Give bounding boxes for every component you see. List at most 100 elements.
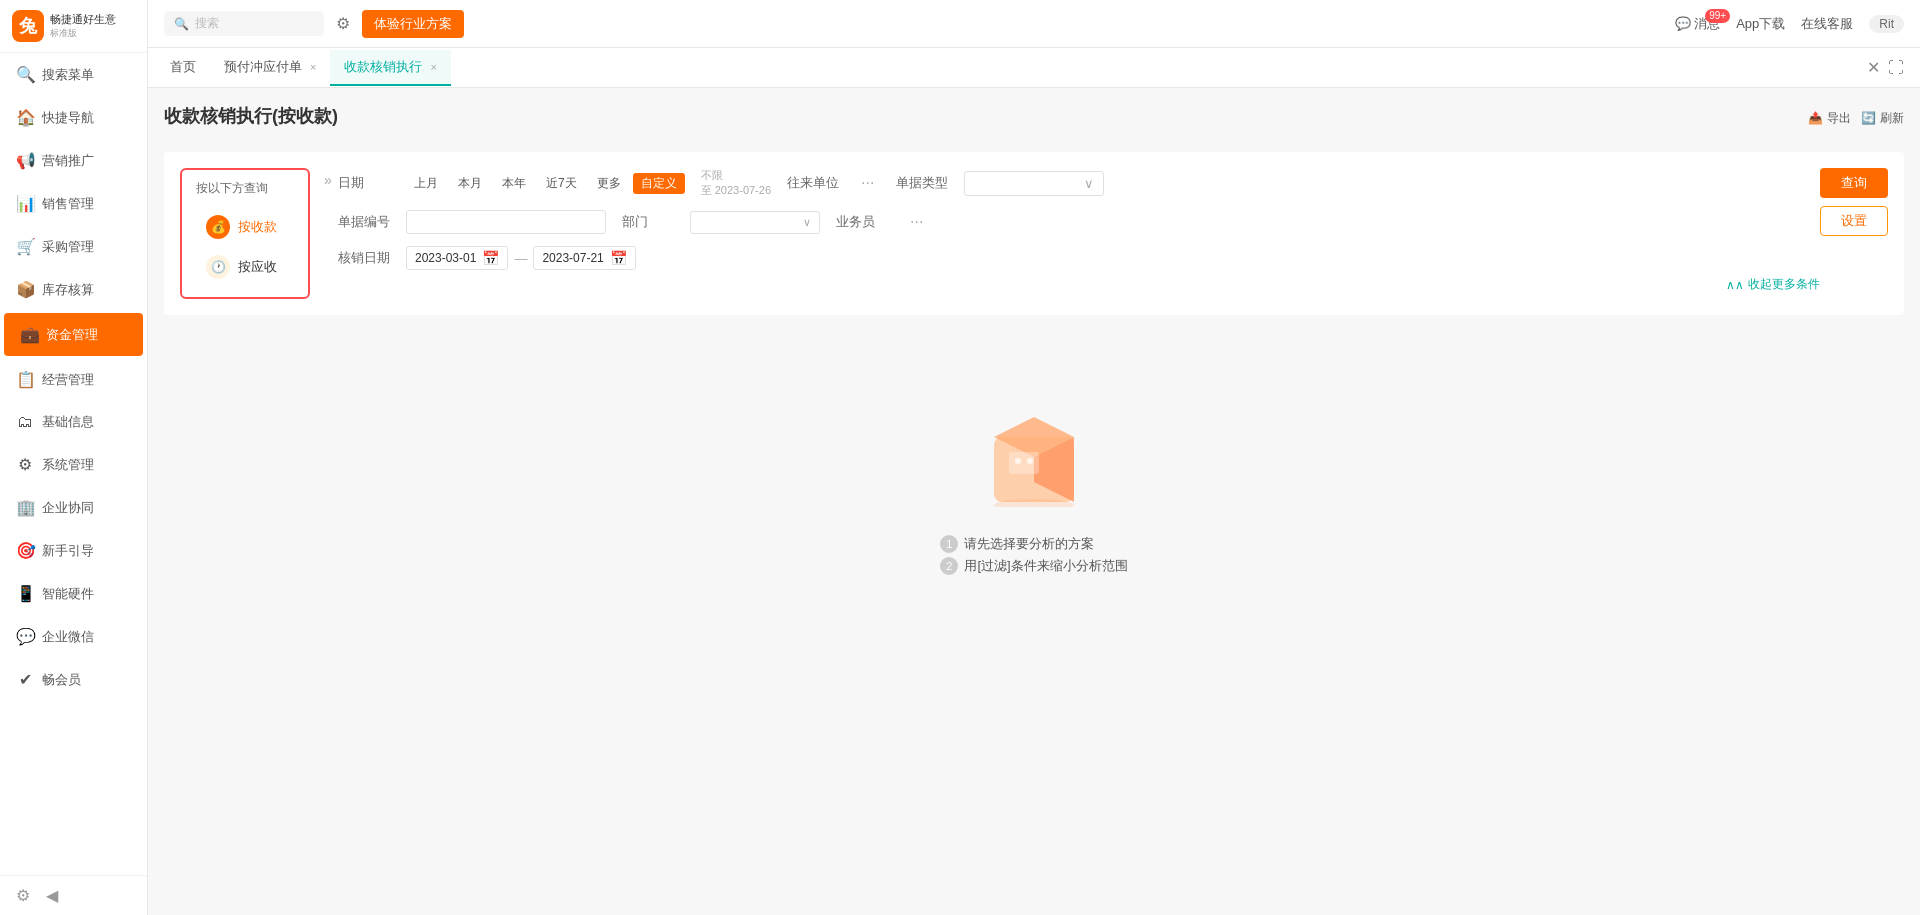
calendar-end-icon: 📅 (610, 250, 627, 266)
sidebar: 兔 畅捷通好生意 标准版 🔍 搜索菜单 🏠 快捷导航 📢 营销推广 📊 销售管理… (0, 0, 148, 915)
system-icon: ⚙ (16, 455, 34, 474)
sidebar-item-quick-nav[interactable]: 🏠 快捷导航 (0, 96, 147, 139)
settings-icon[interactable]: ⚙ (16, 886, 30, 905)
date-tab-7days[interactable]: 近7天 (538, 173, 585, 194)
receipt-icon: 💰 (206, 215, 230, 239)
toolbar-row: 📤 导出 🔄 刷新 (1808, 110, 1904, 127)
tab-prepay[interactable]: 预付冲应付单 × (210, 50, 330, 86)
refresh-label: 刷新 (1880, 110, 1904, 127)
sidebar-item-inventory[interactable]: 📦 库存核算 (0, 268, 147, 311)
app-badge: 标准版 (50, 27, 116, 40)
date-tab-custom[interactable]: 自定义 (633, 173, 685, 194)
empty-state: 1 请先选择要分析的方案 2 用[过滤]条件来缩小分析范围 (164, 327, 1904, 639)
close-all-icon[interactable]: ✕ (1867, 58, 1880, 77)
message-badge[interactable]: 💬 消息 99+ (1675, 15, 1721, 33)
empty-text: 1 请先选择要分析的方案 2 用[过滤]条件来缩小分析范围 (940, 531, 1127, 579)
tab-receipt-label: 收款核销执行 (344, 58, 422, 76)
verification-date-start-input[interactable]: 2023-03-01 📅 (406, 246, 508, 270)
sidebar-item-wechat[interactable]: 💬 企业微信 (0, 615, 147, 658)
collapse-sidebar-icon[interactable]: ◀ (46, 886, 58, 905)
sidebar-item-enterprise[interactable]: 🏢 企业协同 (0, 486, 147, 529)
filter-option-receipt[interactable]: 💰 按收款 (196, 207, 294, 247)
date-to: 至 2023-07-26 (701, 183, 771, 198)
tab-prepay-close[interactable]: × (310, 61, 316, 73)
user-info[interactable]: Rit (1869, 15, 1904, 33)
staff-more-icon[interactable]: ··· (904, 213, 929, 231)
receivable-icon: 🕐 (206, 255, 230, 279)
filter-collapse-btn[interactable]: » (318, 168, 338, 299)
svg-point-4 (1015, 458, 1021, 464)
counterparty-more-icon[interactable]: ··· (855, 174, 880, 192)
app-download-link[interactable]: App下载 (1736, 15, 1785, 33)
check-icon: ✔ (16, 670, 34, 689)
collapse-more-label: 收起更多条件 (1748, 276, 1820, 293)
app-logo: 兔 畅捷通好生意 标准版 (0, 0, 147, 53)
filter-option-receipt-label: 按收款 (238, 218, 277, 236)
date-range-separator: — (514, 251, 527, 266)
megaphone-icon: 📢 (16, 151, 34, 170)
query-type-title: 按以下方查询 (196, 180, 294, 197)
folder-icon: 🗂 (16, 413, 34, 431)
date-tab-more[interactable]: 更多 (589, 173, 629, 194)
online-service-link[interactable]: 在线客服 (1801, 15, 1853, 33)
sidebar-item-finance[interactable]: 💼 资金管理 (4, 313, 143, 356)
sidebar-item-marketing[interactable]: 📢 营销推广 (0, 139, 147, 182)
dept-select[interactable]: ∨ (690, 211, 820, 234)
sidebar-item-label: 搜索菜单 (42, 66, 94, 84)
date-nolimit: 不限 (701, 168, 771, 183)
sidebar-item-member[interactable]: ✔ 畅会员 (0, 658, 147, 701)
query-button[interactable]: 查询 (1820, 168, 1888, 198)
verification-date-start-value: 2023-03-01 (415, 251, 476, 265)
sidebar-item-business[interactable]: 📋 经营管理 (0, 358, 147, 401)
search-icon: 🔍 (174, 17, 189, 31)
logo-icon: 兔 (12, 10, 44, 42)
sidebar-item-label: 库存核算 (42, 281, 94, 299)
verification-date-end-input[interactable]: 2023-07-21 📅 (533, 246, 635, 270)
sidebar-item-search[interactable]: 🔍 搜索菜单 (0, 53, 147, 96)
filter-actions: 查询 设置 (1820, 168, 1888, 236)
empty-hint-2-text: 用[过滤]条件来缩小分析范围 (964, 557, 1127, 575)
date-tab-this-month[interactable]: 本月 (450, 173, 490, 194)
date-tab-last-month[interactable]: 上月 (406, 173, 446, 194)
filter-option-receivable[interactable]: 🕐 按应收 (196, 247, 294, 287)
settings-button[interactable]: 设置 (1820, 206, 1888, 236)
order-type-select[interactable]: ∨ (964, 171, 1104, 196)
order-type-label: 单据类型 (896, 174, 948, 192)
sidebar-item-basic[interactable]: 🗂 基础信息 (0, 401, 147, 443)
sidebar-item-label: 采购管理 (42, 238, 94, 256)
sidebar-item-sales[interactable]: 📊 销售管理 (0, 182, 147, 225)
expand-icon[interactable]: ⛶ (1888, 59, 1904, 77)
building-icon: 🏢 (16, 498, 34, 517)
filter-fields: 日期 上月 本月 本年 近7天 更多 自定义 (338, 168, 1888, 299)
sidebar-item-purchase[interactable]: 🛒 采购管理 (0, 225, 147, 268)
gear-icon[interactable]: ⚙ (336, 14, 350, 33)
collapse-more-button[interactable]: ∧∧ 收起更多条件 (1726, 276, 1820, 293)
tab-receipt-close[interactable]: × (430, 61, 436, 73)
sidebar-item-label: 销售管理 (42, 195, 94, 213)
sidebar-item-label: 经营管理 (42, 371, 94, 389)
tab-receipt[interactable]: 收款核销执行 × (330, 50, 450, 86)
sidebar-item-label: 畅会员 (42, 671, 81, 689)
order-no-label: 单据编号 (338, 213, 390, 231)
empty-illustration (974, 407, 1094, 507)
solution-button[interactable]: 体验行业方案 (362, 10, 464, 38)
date-tab-this-year[interactable]: 本年 (494, 173, 534, 194)
sidebar-item-hardware[interactable]: 📱 智能硬件 (0, 572, 147, 615)
refresh-button[interactable]: 🔄 刷新 (1861, 110, 1904, 127)
empty-hint-2: 2 用[过滤]条件来缩小分析范围 (940, 557, 1127, 575)
order-no-input[interactable] (406, 210, 606, 234)
tab-home[interactable]: 首页 (156, 50, 210, 86)
target-icon: 🎯 (16, 541, 34, 560)
sidebar-bottom: ⚙ ◀ (0, 875, 147, 915)
clipboard-icon: 📋 (16, 370, 34, 389)
dept-label: 部门 (622, 213, 674, 231)
topbar-search[interactable]: 🔍 搜索 (164, 11, 324, 36)
sidebar-item-label: 系统管理 (42, 456, 94, 474)
empty-hint-1-text: 请先选择要分析的方案 (964, 535, 1094, 553)
sidebar-item-guide[interactable]: 🎯 新手引导 (0, 529, 147, 572)
export-button[interactable]: 📤 导出 (1808, 110, 1851, 127)
sidebar-item-system[interactable]: ⚙ 系统管理 (0, 443, 147, 486)
cart-icon: 🛒 (16, 237, 34, 256)
filter-fields-main: 日期 上月 本月 本年 近7天 更多 自定义 (338, 168, 1820, 293)
search-icon: 🔍 (16, 65, 34, 84)
